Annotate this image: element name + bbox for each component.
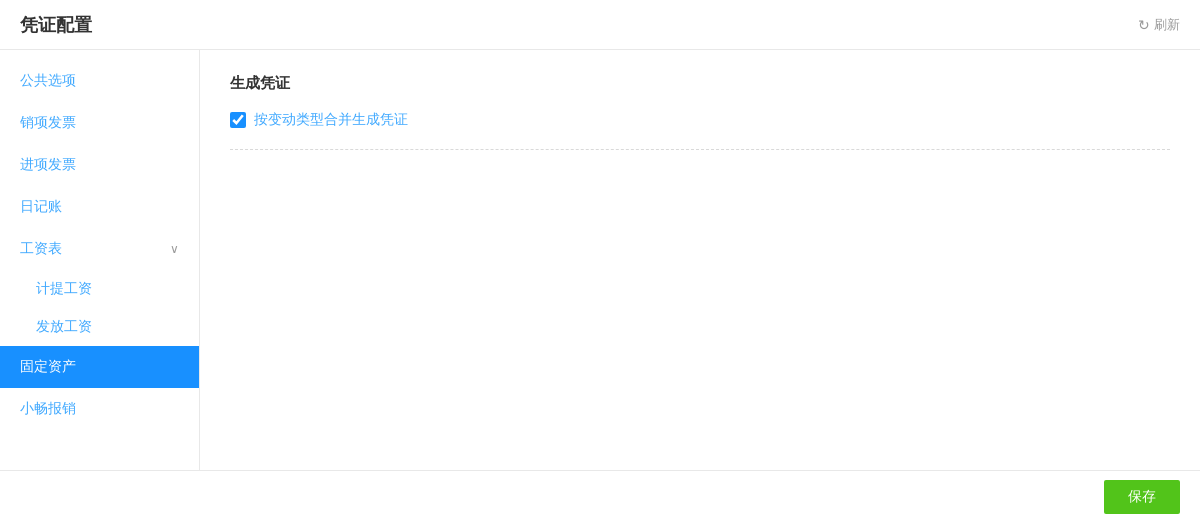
sidebar-item-label: 日记账 bbox=[20, 198, 62, 216]
sidebar: 公共选项 销项发票 进项发票 日记账 工资表 ∨ 计提工资 发放工资 固定资 bbox=[0, 50, 200, 470]
sidebar-item-label: 固定资产 bbox=[20, 358, 76, 376]
checkbox-label[interactable]: 按变动类型合并生成凭证 bbox=[254, 111, 408, 129]
sidebar-item-sales-invoice[interactable]: 销项发票 bbox=[0, 102, 199, 144]
body-layout: 公共选项 销项发票 进项发票 日记账 工资表 ∨ 计提工资 发放工资 固定资 bbox=[0, 50, 1200, 470]
sidebar-item-label: 销项发票 bbox=[20, 114, 76, 132]
sidebar-item-label: 小畅报销 bbox=[20, 400, 76, 418]
merge-by-type-checkbox[interactable] bbox=[230, 112, 246, 128]
sidebar-item-journal[interactable]: 日记账 bbox=[0, 186, 199, 228]
sidebar-item-label: 公共选项 bbox=[20, 72, 76, 90]
page-footer: 保存 bbox=[0, 470, 1200, 522]
sidebar-item-fixed-assets[interactable]: 固定资产 bbox=[0, 346, 199, 388]
refresh-button[interactable]: ↻ 刷新 bbox=[1138, 16, 1180, 34]
page-container: 凭证配置 ↻ 刷新 公共选项 销项发票 进项发票 日记账 工资表 ∨ bbox=[0, 0, 1200, 522]
section-title: 生成凭证 bbox=[230, 74, 1170, 93]
main-content: 生成凭证 按变动类型合并生成凭证 bbox=[200, 50, 1200, 470]
sidebar-item-petty-cash[interactable]: 小畅报销 bbox=[0, 388, 199, 430]
chevron-down-icon: ∨ bbox=[170, 242, 179, 256]
checkbox-row: 按变动类型合并生成凭证 bbox=[230, 111, 1170, 129]
page-header: 凭证配置 ↻ 刷新 bbox=[0, 0, 1200, 50]
save-button[interactable]: 保存 bbox=[1104, 480, 1180, 514]
page-title: 凭证配置 bbox=[20, 13, 92, 37]
sidebar-item-accrued-payroll[interactable]: 计提工资 bbox=[0, 270, 199, 308]
sidebar-item-label: 计提工资 bbox=[36, 280, 92, 296]
section-divider bbox=[230, 149, 1170, 150]
sidebar-item-pay-payroll[interactable]: 发放工资 bbox=[0, 308, 199, 346]
sidebar-item-purchase-invoice[interactable]: 进项发票 bbox=[0, 144, 199, 186]
sidebar-item-payroll-table[interactable]: 工资表 ∨ bbox=[0, 228, 199, 270]
sidebar-item-label: 发放工资 bbox=[36, 318, 92, 334]
sidebar-item-public-options[interactable]: 公共选项 bbox=[0, 60, 199, 102]
sidebar-item-label: 工资表 bbox=[20, 240, 62, 258]
refresh-label: 刷新 bbox=[1154, 16, 1180, 34]
sidebar-item-label: 进项发票 bbox=[20, 156, 76, 174]
refresh-icon: ↻ bbox=[1138, 17, 1150, 33]
